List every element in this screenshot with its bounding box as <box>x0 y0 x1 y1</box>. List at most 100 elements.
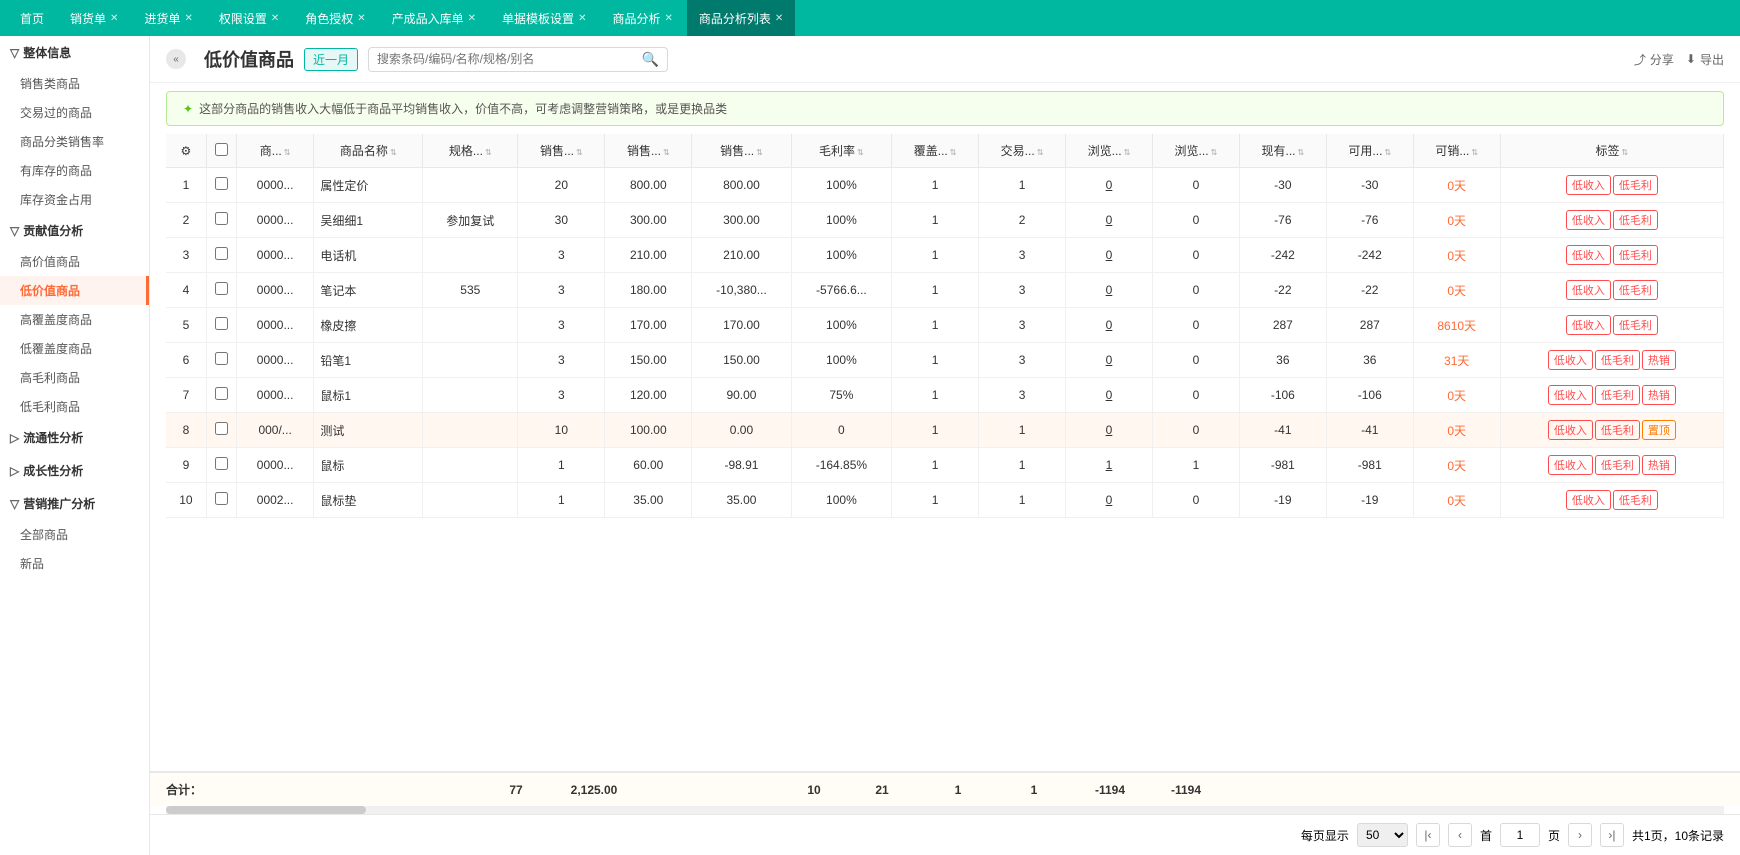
cell-checkbox[interactable] <box>206 378 236 413</box>
nav-analysis-list[interactable]: 商品分析列表 ✕ <box>687 0 795 36</box>
sidebar-item-all-products[interactable]: 全部商品 <box>0 520 149 549</box>
row-checkbox[interactable] <box>215 352 228 365</box>
nav-purchase-order[interactable]: 进货单 ✕ <box>132 0 204 36</box>
cell-view1[interactable]: 0 <box>1066 483 1153 518</box>
col-sellable[interactable]: 可销...⇅ <box>1413 134 1500 168</box>
sidebar-item-low-margin[interactable]: 低毛利商品 <box>0 392 149 421</box>
row-checkbox[interactable] <box>215 387 228 400</box>
nav-close-permissions[interactable]: ✕ <box>271 13 279 24</box>
col-sales-qty[interactable]: 销售...⇅ <box>518 134 605 168</box>
sidebar-group-contribution[interactable]: ▽ 贡献值分析 <box>0 214 149 247</box>
col-view1[interactable]: 浏览...⇅ <box>1066 134 1153 168</box>
share-button[interactable]: ⤴ 分享 <box>1634 51 1674 68</box>
sidebar-group-overall[interactable]: ▽ 整体信息 <box>0 36 149 69</box>
nav-close-purchase[interactable]: ✕ <box>184 13 192 24</box>
view1-link[interactable]: 0 <box>1106 318 1113 332</box>
cell-checkbox[interactable] <box>206 203 236 238</box>
cell-view1[interactable]: 0 <box>1066 203 1153 238</box>
last-page-button[interactable]: ›| <box>1600 823 1624 847</box>
cell-view1[interactable]: 1 <box>1066 448 1153 483</box>
nav-sales-order[interactable]: 销货单 ✕ <box>58 0 130 36</box>
cell-view1[interactable]: 0 <box>1066 238 1153 273</box>
sidebar-group-marketing[interactable]: ▽ 营销推广分析 <box>0 487 149 520</box>
view1-link[interactable]: 1 <box>1106 458 1113 472</box>
col-view2[interactable]: 浏览...⇅ <box>1152 134 1239 168</box>
view1-link[interactable]: 0 <box>1106 493 1113 507</box>
view1-link[interactable]: 0 <box>1106 353 1113 367</box>
cell-checkbox[interactable] <box>206 343 236 378</box>
nav-close-list[interactable]: ✕ <box>775 13 783 24</box>
cell-checkbox[interactable] <box>206 308 236 343</box>
time-filter-button[interactable]: 近一月 <box>304 48 358 71</box>
col-coverage[interactable]: 覆盖...⇅ <box>892 134 979 168</box>
cell-checkbox[interactable] <box>206 168 236 203</box>
view1-link[interactable]: 0 <box>1106 423 1113 437</box>
sidebar-item-traded-products[interactable]: 交易过的商品 <box>0 98 149 127</box>
nav-close-role[interactable]: ✕ <box>357 13 365 24</box>
cell-checkbox[interactable] <box>206 238 236 273</box>
sidebar-item-low-value[interactable]: 低价值商品 <box>0 276 149 305</box>
export-button[interactable]: ⬇ 导出 <box>1686 51 1724 68</box>
cell-view1[interactable]: 0 <box>1066 343 1153 378</box>
nav-template-settings[interactable]: 单据模板设置 ✕ <box>490 0 598 36</box>
search-input[interactable] <box>377 52 636 66</box>
col-sales-price[interactable]: 销售...⇅ <box>605 134 692 168</box>
col-current[interactable]: 现有...⇅ <box>1239 134 1326 168</box>
row-checkbox[interactable] <box>215 492 228 505</box>
nav-close-analysis[interactable]: ✕ <box>664 13 672 24</box>
sidebar-item-new-products[interactable]: 新品 <box>0 549 149 578</box>
sidebar-item-category-sales[interactable]: 商品分类销售率 <box>0 127 149 156</box>
row-checkbox[interactable] <box>215 177 228 190</box>
col-name[interactable]: 商品名称⇅ <box>314 134 423 168</box>
view1-link[interactable]: 0 <box>1106 248 1113 262</box>
first-page-button[interactable]: |‹ <box>1416 823 1440 847</box>
col-tags[interactable]: 标签⇅ <box>1500 134 1723 168</box>
view1-link[interactable]: 0 <box>1106 213 1113 227</box>
horizontal-scrollbar[interactable] <box>166 806 1724 814</box>
cell-checkbox[interactable] <box>206 273 236 308</box>
sidebar-item-high-margin[interactable]: 高毛利商品 <box>0 363 149 392</box>
cell-view1[interactable]: 0 <box>1066 378 1153 413</box>
row-checkbox[interactable] <box>215 212 228 225</box>
select-all-checkbox[interactable] <box>215 143 228 156</box>
next-page-button[interactable]: › <box>1568 823 1592 847</box>
sidebar-item-low-coverage[interactable]: 低覆盖度商品 <box>0 334 149 363</box>
cell-view1[interactable]: 0 <box>1066 273 1153 308</box>
sidebar-group-liquidity[interactable]: ▷ 流通性分析 <box>0 421 149 454</box>
col-settings[interactable]: ⚙ <box>166 134 206 168</box>
col-available[interactable]: 可用...⇅ <box>1326 134 1413 168</box>
sidebar-item-capital[interactable]: 库存资金占用 <box>0 185 149 214</box>
sidebar-item-stock-products[interactable]: 有库存的商品 <box>0 156 149 185</box>
nav-close-template[interactable]: ✕ <box>578 13 586 24</box>
row-checkbox[interactable] <box>215 422 228 435</box>
prev-page-button[interactable]: ‹ <box>1448 823 1472 847</box>
row-checkbox[interactable] <box>215 317 228 330</box>
search-icon[interactable]: 🔍 <box>642 51 659 68</box>
sidebar-group-growth[interactable]: ▷ 成长性分析 <box>0 454 149 487</box>
col-spec[interactable]: 规格...⇅ <box>423 134 518 168</box>
view1-link[interactable]: 0 <box>1106 178 1113 192</box>
cell-checkbox[interactable] <box>206 483 236 518</box>
col-transaction[interactable]: 交易...⇅ <box>979 134 1066 168</box>
nav-home[interactable]: 首页 <box>8 0 56 36</box>
cell-view1[interactable]: 0 <box>1066 413 1153 448</box>
nav-close-product[interactable]: ✕ <box>468 13 476 24</box>
page-input[interactable] <box>1500 823 1540 847</box>
row-checkbox[interactable] <box>215 457 228 470</box>
view1-link[interactable]: 0 <box>1106 283 1113 297</box>
nav-permissions[interactable]: 权限设置 ✕ <box>207 0 291 36</box>
col-margin[interactable]: 毛利率⇅ <box>791 134 891 168</box>
row-checkbox[interactable] <box>215 247 228 260</box>
cell-checkbox[interactable] <box>206 413 236 448</box>
sidebar-item-high-value[interactable]: 高价值商品 <box>0 247 149 276</box>
nav-close-sales[interactable]: ✕ <box>110 13 118 24</box>
per-page-select[interactable]: 50 100 200 <box>1357 823 1408 847</box>
row-checkbox[interactable] <box>215 282 228 295</box>
nav-role-auth[interactable]: 角色授权 ✕ <box>293 0 377 36</box>
col-sales-amount[interactable]: 销售...⇅ <box>692 134 791 168</box>
view1-link[interactable]: 0 <box>1106 388 1113 402</box>
sidebar-item-sales-products[interactable]: 销售类商品 <box>0 69 149 98</box>
col-code[interactable]: 商...⇅ <box>236 134 314 168</box>
nav-product-analysis[interactable]: 商品分析 ✕ <box>600 0 684 36</box>
cell-view1[interactable]: 0 <box>1066 308 1153 343</box>
